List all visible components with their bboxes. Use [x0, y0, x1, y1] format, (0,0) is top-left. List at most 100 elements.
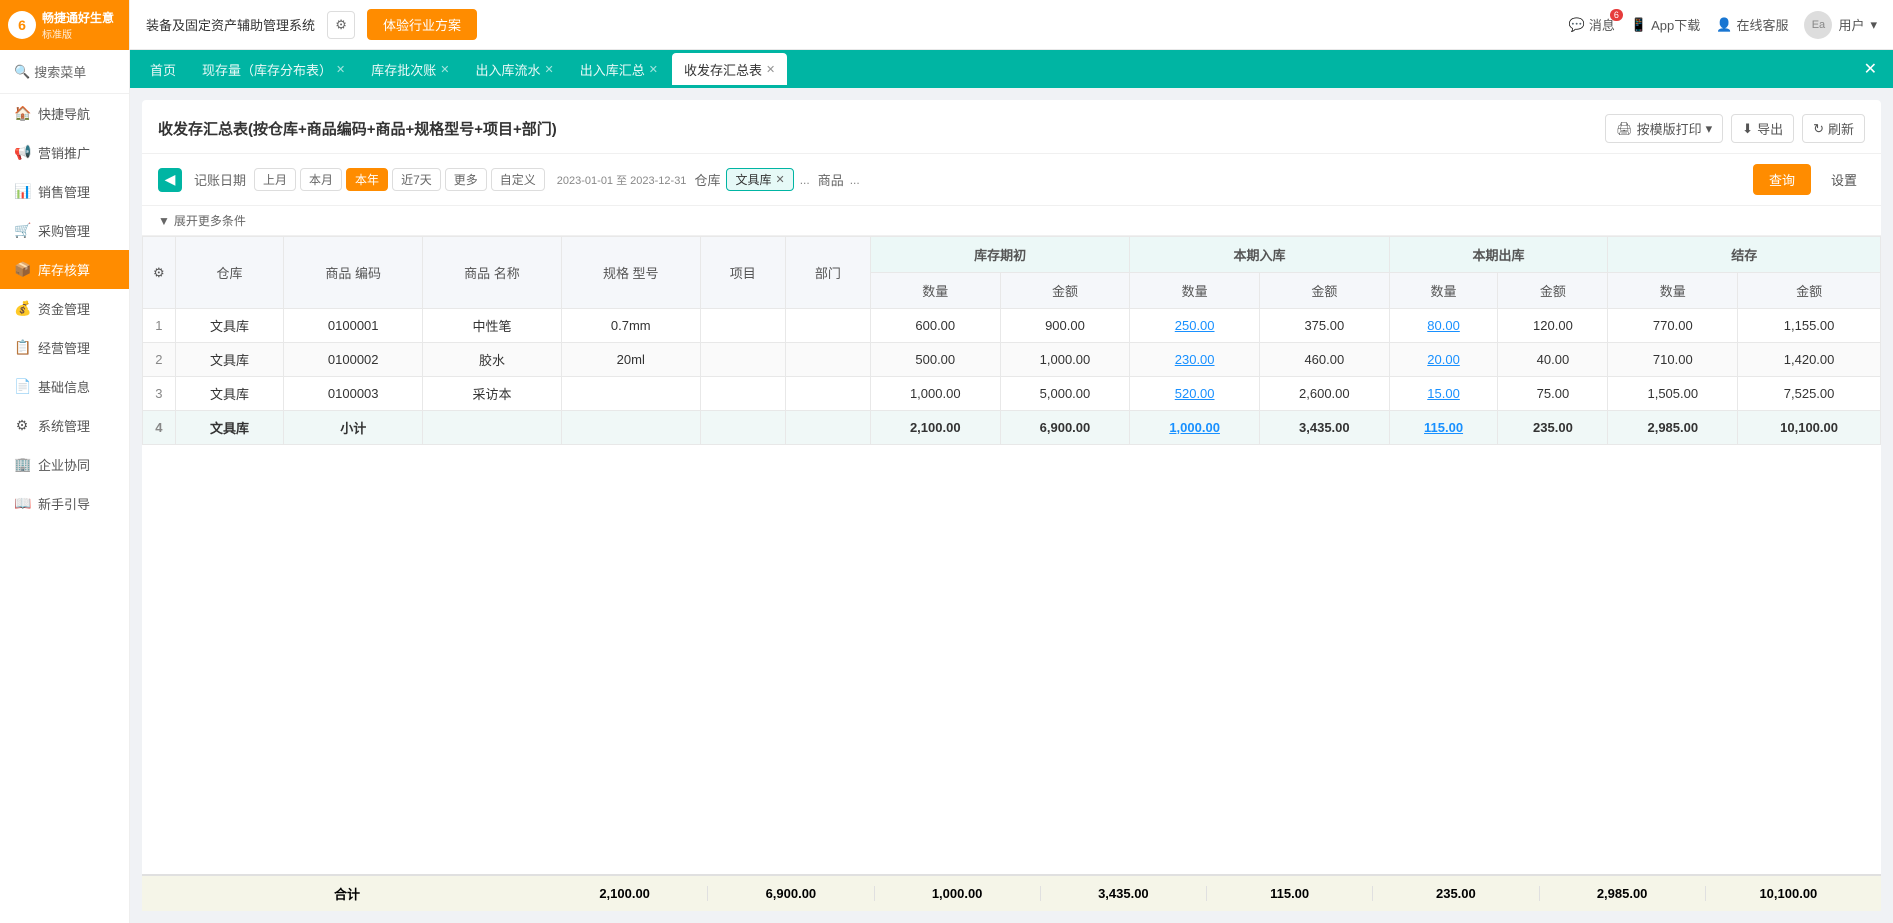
- row-num: 2: [143, 343, 176, 377]
- cell-warehouse: 文具库: [175, 377, 284, 411]
- cell-goods-spec: 20ml: [561, 343, 700, 377]
- print-button[interactable]: 🖨 按模版打印 ▾: [1605, 114, 1723, 143]
- tab-stock-dist[interactable]: 现存量（库存分布表） ✕: [190, 53, 357, 85]
- footer-values: 2,100.00 6,900.00 1,000.00 3,435.00 115.…: [542, 886, 1871, 901]
- cell-in-qty[interactable]: 520.00: [1130, 377, 1260, 411]
- sidebar-item-quick-nav[interactable]: 🏠 快捷导航: [0, 94, 129, 133]
- date-btn-more[interactable]: 更多: [445, 168, 487, 191]
- cell-out-qty[interactable]: 20.00: [1389, 343, 1498, 377]
- query-button[interactable]: 查询: [1753, 164, 1811, 195]
- trial-button[interactable]: 体验行业方案: [367, 9, 477, 40]
- sidebar-item-finance[interactable]: 💰 资金管理: [0, 289, 129, 328]
- subtotal-bal-qty: 2,985.00: [1608, 411, 1738, 445]
- cell-out-qty[interactable]: 80.00: [1389, 309, 1498, 343]
- warehouse-label: 仓库: [694, 170, 720, 189]
- cell-goods-code: 0100001: [284, 309, 423, 343]
- th-balance: 结存: [1608, 237, 1881, 273]
- messages-item[interactable]: 💬 消息 6: [1569, 15, 1615, 34]
- tab-bar-close[interactable]: ✕: [1856, 59, 1885, 79]
- goods-more-button[interactable]: ...: [850, 173, 860, 187]
- date-btn-custom[interactable]: 自定义: [491, 168, 545, 191]
- tab-batch-close[interactable]: ✕: [440, 63, 449, 76]
- user-menu[interactable]: Ea 用户 ▾: [1804, 11, 1877, 39]
- date-btn-last-month[interactable]: 上月: [254, 168, 296, 191]
- cell-goods-name: 采访本: [423, 377, 562, 411]
- printer-icon: 🖨: [1616, 121, 1633, 137]
- sales-icon: 📊: [14, 183, 30, 200]
- footer-begin-qty: 2,100.00: [542, 886, 708, 901]
- table-footer: 合计 2,100.00 6,900.00 1,000.00 3,435.00 1…: [142, 874, 1881, 911]
- service-icon: 👤: [1716, 17, 1732, 33]
- cell-goods-name: 胶水: [423, 343, 562, 377]
- cell-begin-qty: 500.00: [870, 343, 1000, 377]
- app-download-item[interactable]: 📱 App下载: [1631, 15, 1700, 34]
- settings-button[interactable]: ⚙: [327, 11, 355, 39]
- cell-in-qty[interactable]: 250.00: [1130, 309, 1260, 343]
- sidebar-item-sales[interactable]: 📊 销售管理: [0, 172, 129, 211]
- subtotal-bal-amt: 10,100.00: [1738, 411, 1881, 445]
- page-container: 收发存汇总表(按仓库+商品编码+商品+规格型号+项目+部门) 🖨 按模版打印 ▾…: [142, 100, 1881, 911]
- tab-home[interactable]: 首页: [138, 53, 188, 85]
- date-btn-this-year[interactable]: 本年: [346, 168, 388, 191]
- filter-toggle-button[interactable]: ◀: [158, 168, 182, 192]
- cell-in-qty[interactable]: 230.00: [1130, 343, 1260, 377]
- sidebar-item-base-info[interactable]: 📄 基础信息: [0, 367, 129, 406]
- page-actions: 🖨 按模版打印 ▾ ⬇ 导出 ↻ 刷新: [1605, 114, 1865, 143]
- date-btn-7days[interactable]: 近7天: [392, 168, 441, 191]
- footer-label: 合计: [152, 884, 542, 903]
- remove-warehouse-tag[interactable]: ✕: [775, 173, 784, 186]
- th-begin-qty: 数量: [870, 273, 1000, 309]
- home-icon: 🏠: [14, 105, 30, 122]
- th-period-out: 本期出库: [1389, 237, 1608, 273]
- sidebar-item-marketing[interactable]: 📢 营销推广: [0, 133, 129, 172]
- cell-bal-qty: 1,505.00: [1608, 377, 1738, 411]
- tab-inout-sum-close[interactable]: ✕: [649, 63, 658, 76]
- subtotal-out-amt: 235.00: [1498, 411, 1608, 445]
- expand-more-button[interactable]: ▼ 展开更多条件: [158, 212, 246, 229]
- tab-recv-send-sum[interactable]: 收发存汇总表 ✕: [672, 53, 787, 85]
- tab-batch[interactable]: 库存批次账 ✕: [359, 53, 461, 85]
- export-button[interactable]: ⬇ 导出: [1731, 114, 1794, 143]
- tab-recv-send-sum-close[interactable]: ✕: [766, 63, 775, 76]
- settings-link[interactable]: 设置: [1823, 166, 1865, 193]
- warehouse-filter: 仓库 文具库 ✕ ...: [694, 168, 809, 191]
- sidebar-item-inventory[interactable]: 📦 库存核算: [0, 250, 129, 289]
- cell-bal-amt: 1,420.00: [1738, 343, 1881, 377]
- subtotal-begin-qty: 2,100.00: [870, 411, 1000, 445]
- cell-goods-code: 0100002: [284, 343, 423, 377]
- tab-inout-flow[interactable]: 出入库流水 ✕: [463, 53, 565, 85]
- cell-begin-amt: 5,000.00: [1000, 377, 1130, 411]
- tab-stock-dist-close[interactable]: ✕: [336, 63, 345, 76]
- th-out-amt: 金额: [1498, 273, 1608, 309]
- sidebar-item-enterprise[interactable]: 🏢 企业协同: [0, 445, 129, 484]
- content-area: 收发存汇总表(按仓库+商品编码+商品+规格型号+项目+部门) 🖨 按模版打印 ▾…: [130, 88, 1893, 923]
- sidebar-item-operations[interactable]: 📋 经营管理: [0, 328, 129, 367]
- subtotal-num: 4: [143, 411, 176, 445]
- footer-out-qty: 115.00: [1207, 886, 1373, 901]
- refresh-button[interactable]: ↻ 刷新: [1802, 114, 1865, 143]
- subtotal-warehouse: 文具库: [175, 411, 284, 445]
- th-warehouse: 仓库: [175, 237, 284, 309]
- subtotal-out-qty[interactable]: 115.00: [1389, 411, 1498, 445]
- cell-begin-qty: 600.00: [870, 309, 1000, 343]
- filter-bar: ◀ 记账日期 上月 本月 本年 近7天 更多 自定义 2023-01-01 至 …: [142, 154, 1881, 206]
- cell-out-qty[interactable]: 15.00: [1389, 377, 1498, 411]
- cell-goods-code: 0100003: [284, 377, 423, 411]
- page-title: 收发存汇总表(按仓库+商品编码+商品+规格型号+项目+部门): [158, 118, 557, 139]
- cell-begin-amt: 1,000.00: [1000, 343, 1130, 377]
- search-menu-item[interactable]: 🔍 搜索菜单: [8, 58, 121, 85]
- warehouse-more-button[interactable]: ...: [800, 173, 810, 187]
- search-icon: 🔍: [14, 64, 30, 80]
- sidebar-item-system[interactable]: ⚙ 系统管理: [0, 406, 129, 445]
- subtotal-in-qty[interactable]: 1,000.00: [1130, 411, 1260, 445]
- sidebar-item-purchase[interactable]: 🛒 采购管理: [0, 211, 129, 250]
- online-service-item[interactable]: 👤 在线客服: [1716, 15, 1788, 34]
- tab-inout-flow-close[interactable]: ✕: [545, 63, 554, 76]
- footer-out-amt: 235.00: [1373, 886, 1539, 901]
- tab-inout-sum[interactable]: 出入库汇总 ✕: [568, 53, 670, 85]
- subtotal-begin-amt: 6,900.00: [1000, 411, 1130, 445]
- sidebar-item-guide[interactable]: 📖 新手引导: [0, 484, 129, 523]
- data-table: ⚙ 仓库 商品 编码 商品 名称 规格 型号 项目 部门 库存期初 本期入库 本…: [142, 236, 1881, 445]
- footer-begin-amt: 6,900.00: [708, 886, 874, 901]
- date-btn-this-month[interactable]: 本月: [300, 168, 342, 191]
